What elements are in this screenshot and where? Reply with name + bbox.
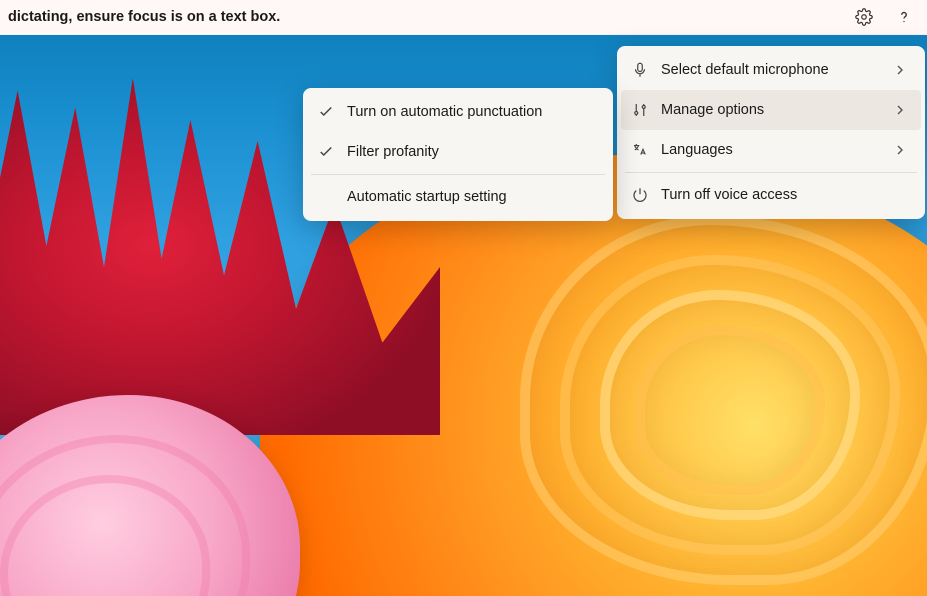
chevron-right-icon — [891, 104, 909, 116]
gear-icon[interactable] — [853, 6, 875, 28]
settings-menu: Select default microphone Manage options… — [617, 46, 925, 219]
menu-item-label: Languages — [661, 142, 883, 158]
menu-item-label: Manage options — [661, 102, 883, 118]
toolbar-actions — [853, 6, 919, 28]
language-icon — [627, 137, 653, 163]
submenu-item-label: Turn on automatic punctuation — [347, 104, 597, 120]
menu-item-label: Turn off voice access — [661, 187, 883, 203]
submenu-item-automatic-startup[interactable]: Automatic startup setting — [307, 177, 609, 217]
submenu-item-automatic-punctuation[interactable]: Turn on automatic punctuation — [307, 92, 609, 132]
chevron-right-icon — [891, 144, 909, 156]
help-icon[interactable] — [893, 6, 915, 28]
microphone-icon — [627, 57, 653, 83]
sliders-icon — [627, 97, 653, 123]
menu-item-languages[interactable]: Languages — [621, 130, 921, 170]
voice-access-toolbar: dictating, ensure focus is on a text box… — [0, 0, 927, 35]
check-icon — [313, 99, 339, 125]
submenu-item-filter-profanity[interactable]: Filter profanity — [307, 132, 609, 172]
toolbar-status-text: dictating, ensure focus is on a text box… — [8, 9, 853, 25]
menu-item-manage-options[interactable]: Manage options — [621, 90, 921, 130]
check-slot-empty — [313, 184, 339, 210]
chevron-right-icon — [891, 64, 909, 76]
menu-item-label: Select default microphone — [661, 62, 883, 78]
menu-divider — [311, 174, 605, 175]
menu-item-turn-off-voice-access[interactable]: Turn off voice access — [621, 175, 921, 215]
power-icon — [627, 182, 653, 208]
menu-item-select-microphone[interactable]: Select default microphone — [621, 50, 921, 90]
submenu-item-label: Automatic startup setting — [347, 189, 597, 205]
manage-options-submenu: Turn on automatic punctuation Filter pro… — [303, 88, 613, 221]
menu-divider — [625, 172, 917, 173]
submenu-item-label: Filter profanity — [347, 144, 597, 160]
check-icon — [313, 139, 339, 165]
